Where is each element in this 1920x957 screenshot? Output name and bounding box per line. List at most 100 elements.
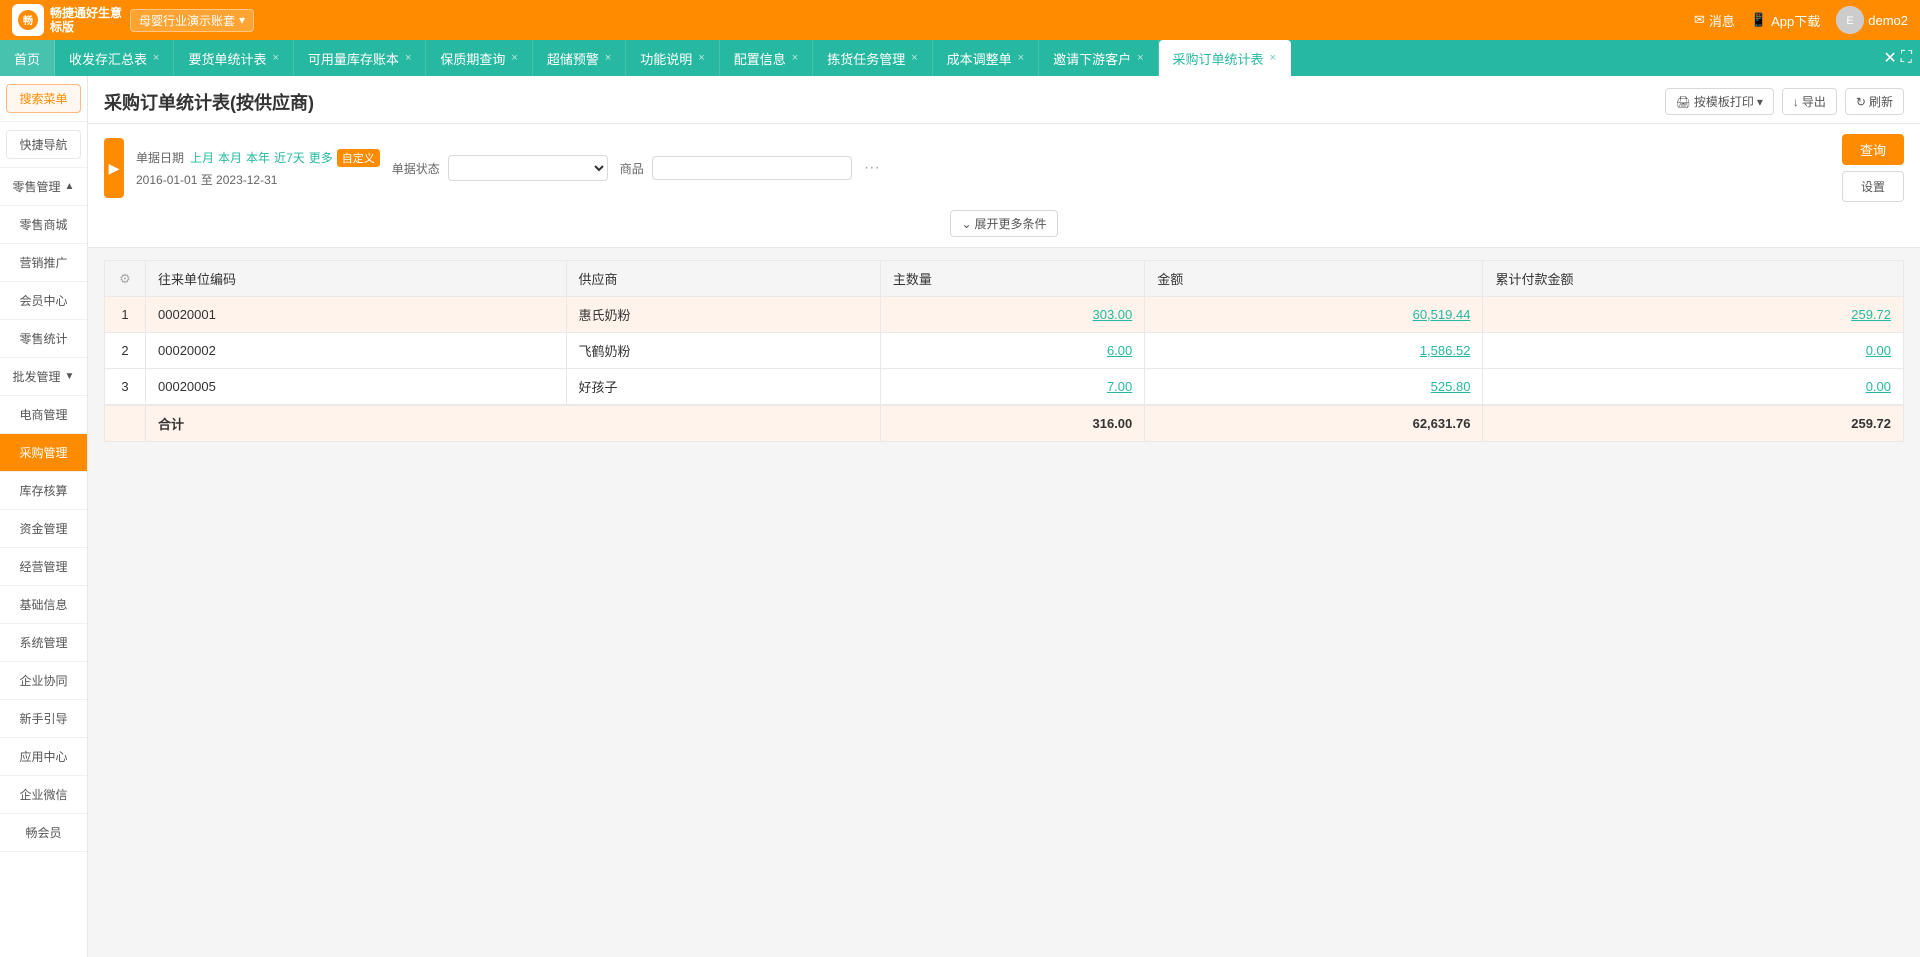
close-icon[interactable]: × (153, 52, 159, 64)
svg-text:畅: 畅 (23, 14, 33, 27)
tab-home[interactable]: 首页 (0, 40, 55, 76)
table-row: 3 00020005 好孩子 7.00 525.80 0.00 (105, 369, 1904, 406)
close-icon[interactable]: × (698, 52, 704, 64)
table-header: ⚙ 往来单位编码 供应商 主数量 金额 累计付款金额 (105, 261, 1904, 297)
sidebar-item-new-guide[interactable]: 新手引导 (0, 700, 87, 738)
close-tab-btn[interactable]: ✕ (1883, 48, 1896, 68)
close-icon[interactable]: × (792, 52, 798, 64)
custom-date-tag[interactable]: 自定义 (337, 149, 380, 167)
sidebar-item-basic-info[interactable]: 基础信息 (0, 586, 87, 624)
row-paid[interactable]: 0.00 (1483, 333, 1904, 369)
print-btn[interactable]: 🖨 按模板打印 ▾ (1665, 88, 1774, 115)
shortcut-last-month[interactable]: 上月 (190, 149, 214, 167)
refresh-btn[interactable]: ↻ 刷新 (1845, 88, 1904, 115)
tab-available-inventory[interactable]: 可用量库存账本 × (294, 40, 426, 76)
tab-function-desc[interactable]: 功能说明 × (626, 40, 719, 76)
chevron-down-icon: ▾ (1757, 95, 1763, 109)
row-supplier: 惠氏奶粉 (566, 297, 880, 333)
footer-qty: 316.00 (880, 405, 1144, 442)
tab-shelf-life[interactable]: 保质期查询 × (426, 40, 532, 76)
th-settings: ⚙ (105, 261, 146, 297)
main-layout: 搜索菜单 快捷导航 零售管理 ▲ 零售商城 营销推广 会员中心 零售统计 批发管… (0, 76, 1920, 957)
user-avatar[interactable]: E demo2 (1836, 6, 1908, 34)
sidebar-item-enterprise-wechat[interactable]: 企业微信 (0, 776, 87, 814)
workspace-selector[interactable]: 母婴行业演示账套 ▾ (130, 9, 254, 32)
tab-collection-summary[interactable]: 收发存汇总表 × (55, 40, 174, 76)
row-supplier: 飞鹤奶粉 (566, 333, 880, 369)
shortcut-more[interactable]: 更多 (309, 149, 333, 167)
sidebar-item-vip-member[interactable]: 畅会员 (0, 814, 87, 852)
date-filter-group: 单据日期 上月 本月 本年 近7天 更多 自定义 2016-01-01 至 20… (136, 149, 380, 188)
message-icon: ✉ (1694, 12, 1705, 28)
row-code: 00020002 (146, 333, 567, 369)
shortcut-7days[interactable]: 近7天 (274, 149, 305, 167)
sidebar-item-system-mgmt[interactable]: 系统管理 (0, 624, 87, 662)
close-icon[interactable]: × (405, 52, 411, 64)
sidebar-item-retail-mgmt[interactable]: 零售管理 ▲ (0, 168, 87, 206)
date-filter-row: 单据日期 上月 本月 本年 近7天 更多 自定义 (136, 149, 380, 167)
sidebar-item-app-center[interactable]: 应用中心 (0, 738, 87, 776)
row-amount[interactable]: 60,519.44 (1145, 297, 1483, 333)
tab-purchase-order-stats[interactable]: 采购订单统计表 × (1159, 40, 1291, 76)
export-btn[interactable]: ↓ 导出 (1782, 88, 1837, 115)
sidebar-search-section: 搜索菜单 (0, 76, 87, 122)
search-btn[interactable]: 查询 (1842, 134, 1904, 165)
tab-invite-downstream[interactable]: 邀请下游客户 × (1039, 40, 1158, 76)
goods-input[interactable] (652, 156, 852, 180)
date-shortcuts: 上月 本月 本年 近7天 更多 自定义 (190, 149, 380, 167)
row-qty[interactable]: 303.00 (880, 297, 1144, 333)
row-qty[interactable]: 7.00 (880, 369, 1144, 406)
sidebar-item-retail-stats[interactable]: 零售统计 (0, 320, 87, 358)
close-icon[interactable]: × (1137, 52, 1143, 64)
tab-picking-task[interactable]: 拣货任务管理 × (813, 40, 932, 76)
sidebar-item-enterprise-collab[interactable]: 企业协同 (0, 662, 87, 700)
expand-filter-btn[interactable]: ⌄ 展开更多条件 (950, 210, 1057, 237)
close-icon[interactable]: × (1270, 52, 1276, 64)
sidebar-item-operations[interactable]: 经营管理 (0, 548, 87, 586)
sidebar-item-member-center[interactable]: 会员中心 (0, 282, 87, 320)
tab-config[interactable]: 配置信息 × (720, 40, 813, 76)
app-download-btn[interactable]: 📱 App下载 (1751, 11, 1820, 30)
nav-tabs: 首页 收发存汇总表 × 要货单统计表 × 可用量库存账本 × 保质期查询 × 超… (0, 40, 1920, 76)
top-bar: 畅 畅捷通好生意 标版 母婴行业演示账套 ▾ ✉ 消息 📱 App下载 E de… (0, 0, 1920, 40)
close-icon[interactable]: × (911, 52, 917, 64)
row-code: 00020001 (146, 297, 567, 333)
filter-toggle-btn[interactable]: ▶ (104, 138, 124, 198)
expand-row: ⌄ 展开更多条件 (104, 210, 1904, 237)
sidebar-item-retail-mall[interactable]: 零售商城 (0, 206, 87, 244)
tab-cost-adjust[interactable]: 成本调整单 × (933, 40, 1039, 76)
logo-area: 畅 畅捷通好生意 标版 (12, 4, 122, 36)
sidebar-item-ecommerce[interactable]: 电商管理 (0, 396, 87, 434)
status-select[interactable] (448, 155, 608, 181)
close-icon[interactable]: × (272, 52, 278, 64)
settings-btn[interactable]: 设置 (1842, 171, 1904, 202)
row-paid[interactable]: 0.00 (1483, 369, 1904, 406)
svg-text:E: E (1847, 15, 1854, 27)
shortcut-this-month[interactable]: 本月 (218, 149, 242, 167)
tab-requisition[interactable]: 要货单统计表 × (174, 40, 293, 76)
sidebar-item-purchase-mgmt[interactable]: 采购管理 (0, 434, 87, 472)
search-menu-btn[interactable]: 搜索菜单 (6, 84, 81, 113)
more-options-icon[interactable]: ··· (864, 159, 880, 177)
sidebar-item-finance[interactable]: 资金管理 (0, 510, 87, 548)
close-icon[interactable]: × (511, 52, 517, 64)
sidebar-item-marketing[interactable]: 营销推广 (0, 244, 87, 282)
shortcut-this-year[interactable]: 本年 (246, 149, 270, 167)
tab-overstock[interactable]: 超储预警 × (533, 40, 626, 76)
footer-amount: 62,631.76 (1145, 405, 1483, 442)
th-amount: 金额 (1145, 261, 1483, 297)
close-icon[interactable]: × (605, 52, 611, 64)
maximize-btn[interactable]: ⛶ (1901, 49, 1912, 67)
row-index: 2 (105, 333, 146, 369)
row-amount[interactable]: 1,586.52 (1145, 333, 1483, 369)
row-code: 00020005 (146, 369, 567, 406)
sidebar-item-wholesale-mgmt[interactable]: 批发管理 ▼ (0, 358, 87, 396)
sidebar-item-inventory-check[interactable]: 库存核算 (0, 472, 87, 510)
message-btn[interactable]: ✉ 消息 (1694, 11, 1735, 30)
row-paid[interactable]: 259.72 (1483, 297, 1904, 333)
row-amount[interactable]: 525.80 (1145, 369, 1483, 406)
row-qty[interactable]: 6.00 (880, 333, 1144, 369)
close-icon[interactable]: × (1018, 52, 1024, 64)
quick-nav-btn[interactable]: 快捷导航 (6, 130, 81, 159)
column-settings-icon[interactable]: ⚙ (117, 271, 133, 287)
